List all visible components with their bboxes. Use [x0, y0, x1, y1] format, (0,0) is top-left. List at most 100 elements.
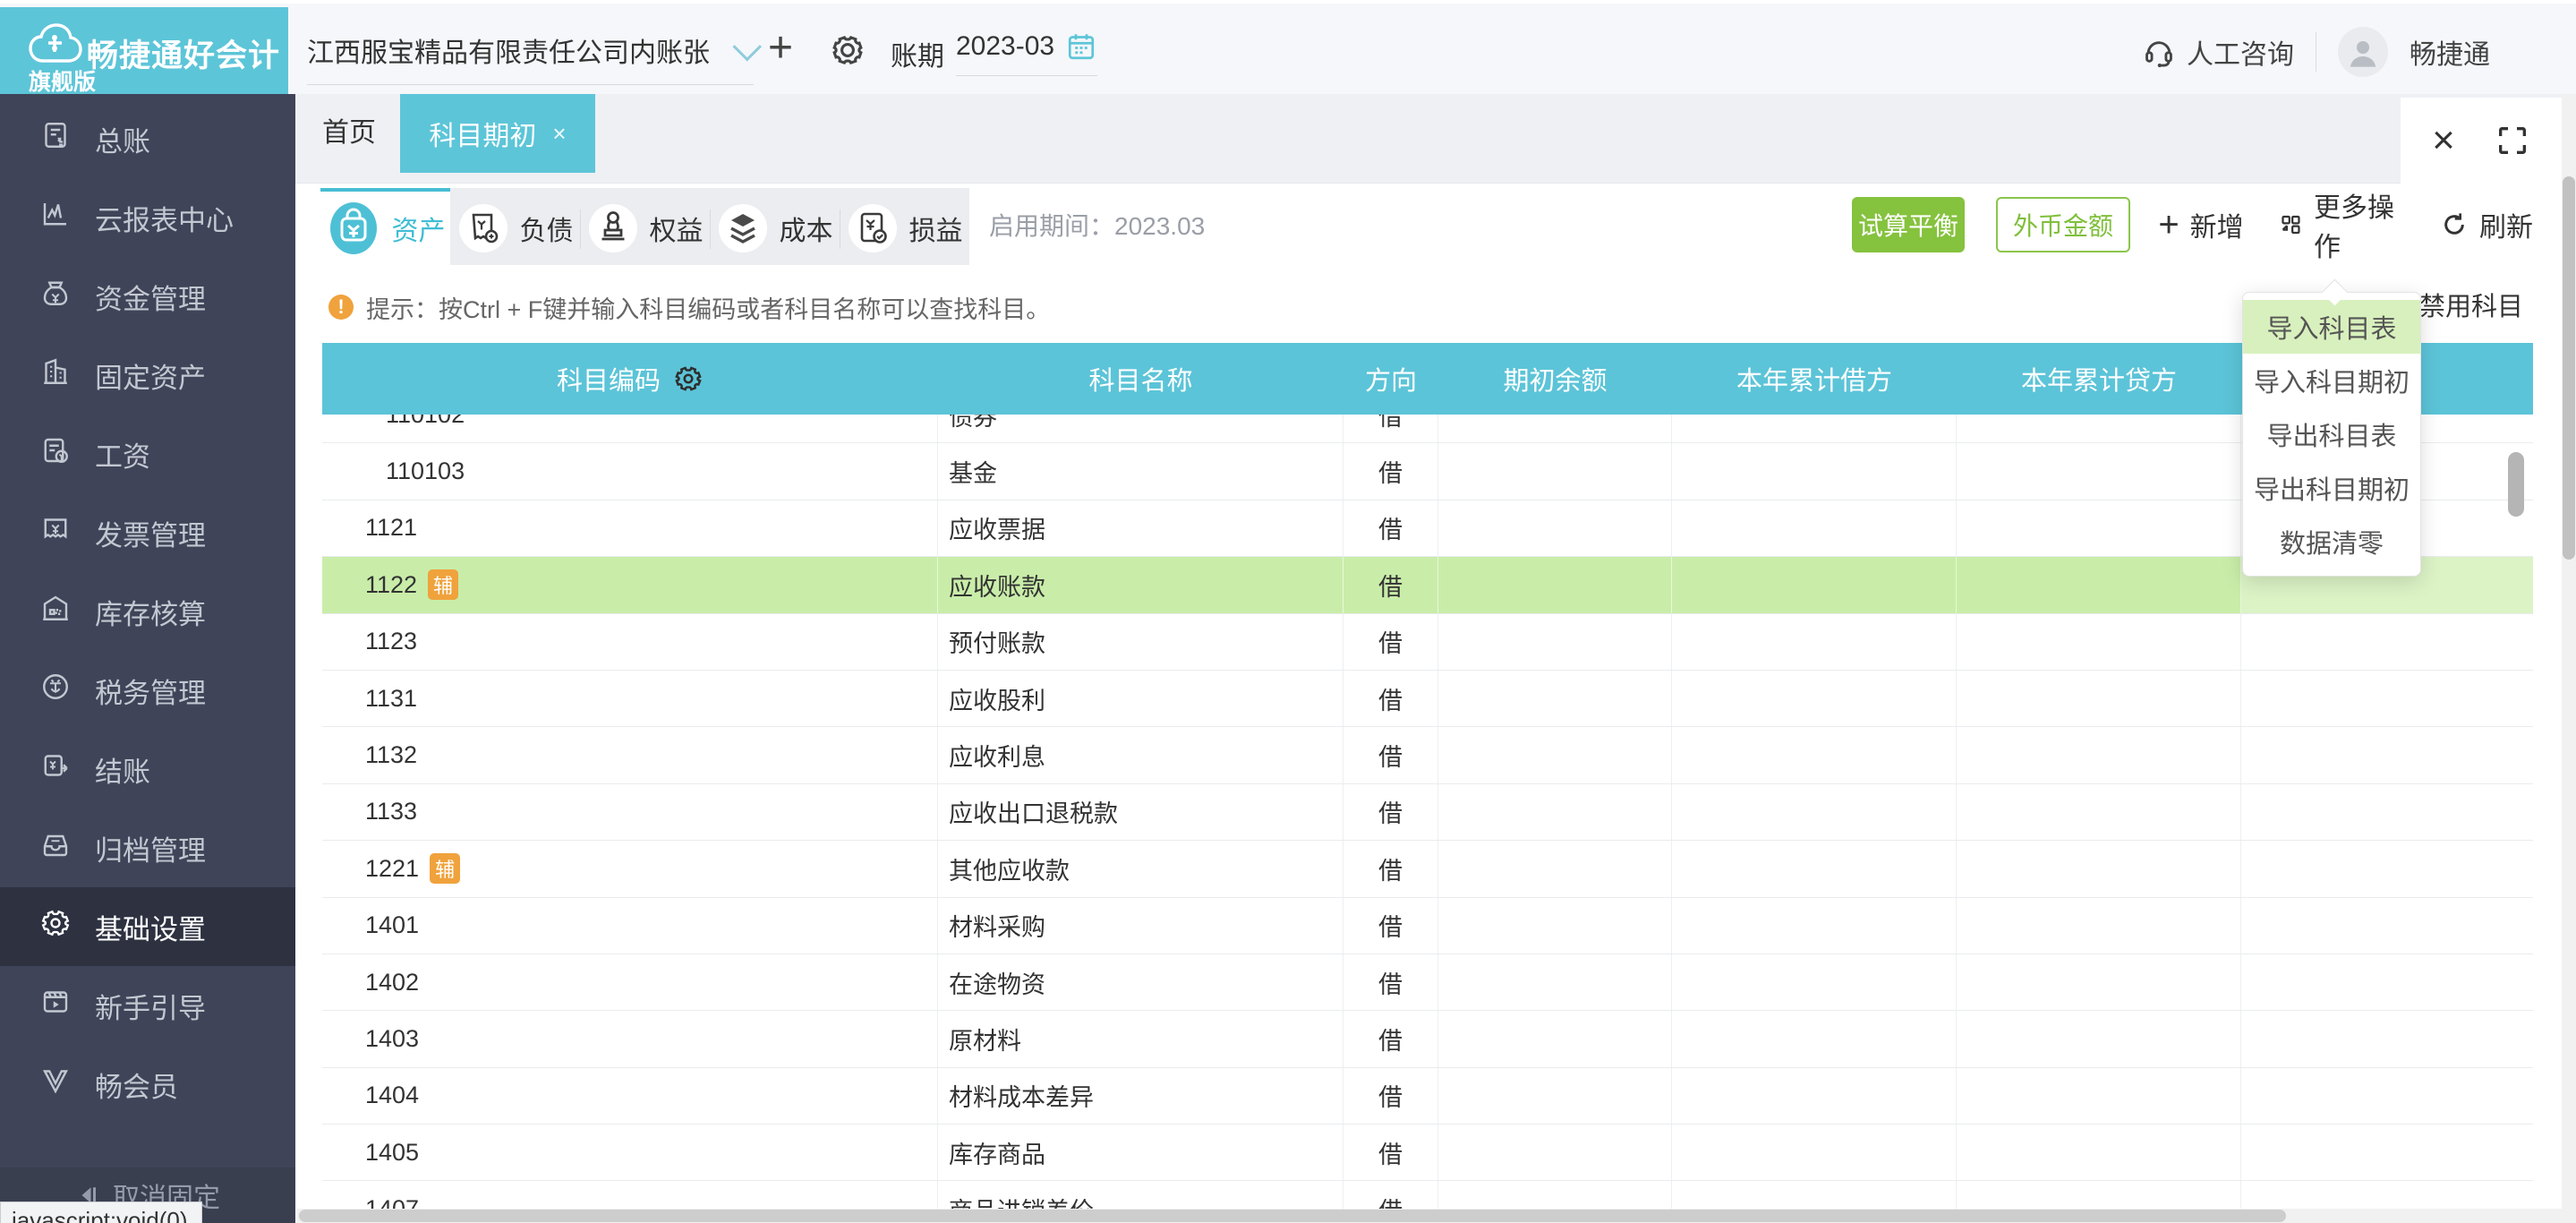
- tab-home[interactable]: 首页: [313, 94, 385, 173]
- menu-item-3[interactable]: 导出科目期初: [2243, 461, 2420, 515]
- cell-name: 库存商品: [938, 1125, 1343, 1181]
- table-row-1403[interactable]: 1403 原材料借: [322, 1011, 2533, 1068]
- menu-item-0[interactable]: 导入科目表: [2243, 300, 2420, 354]
- cell-name: 债券: [938, 415, 1343, 443]
- sidebar-item-0[interactable]: 总账: [0, 99, 295, 178]
- auxiliary-badge: 辅: [430, 853, 461, 885]
- period-picker[interactable]: 2023-03: [956, 30, 1098, 76]
- table-row-1123[interactable]: 1123 预付账款借: [322, 613, 2533, 671]
- table-row-1122[interactable]: 1122 辅应收账款借: [322, 557, 2533, 614]
- table-row-1401[interactable]: 1401 材料采购借: [322, 897, 2533, 954]
- sidebar-item-2[interactable]: 资金管理: [0, 257, 295, 336]
- menu-item-4[interactable]: 数据清零: [2243, 515, 2420, 569]
- refresh-label: 刷新: [2479, 213, 2533, 243]
- sidebar-item-5[interactable]: 发票管理: [0, 493, 295, 572]
- add-account-set-button[interactable]: +: [768, 23, 793, 73]
- table-row-1133[interactable]: 1133 应收出口退税款借: [322, 783, 2533, 842]
- sidebar-item-4[interactable]: 工资: [0, 415, 295, 493]
- top-header: 畅捷通好会计 旗舰版 江西服宝精品有限责任公司内账张 + 账期 2023-03: [0, 0, 2576, 98]
- category-tab-1[interactable]: 负债: [450, 188, 580, 265]
- username[interactable]: 畅捷通: [2410, 32, 2490, 72]
- vertical-scrollbar[interactable]: [2562, 94, 2576, 1223]
- cell-empty: [1672, 1067, 1957, 1125]
- column-header-5: 本年累计贷方: [2020, 367, 2177, 396]
- more-actions-button[interactable]: 更多操作: [2279, 193, 2404, 262]
- table-scrollbar-thumb[interactable]: [2508, 452, 2524, 517]
- cell-empty: [1957, 500, 2241, 557]
- category-tab-0[interactable]: 资产: [320, 188, 450, 265]
- table-row-1221[interactable]: 1221 辅其他应收款借: [322, 841, 2533, 898]
- sidebar-item-7[interactable]: 税务管理: [0, 651, 295, 730]
- category-tab-3[interactable]: 成本: [710, 188, 840, 265]
- sidebar-item-label: 工资: [95, 440, 150, 473]
- member-icon: [39, 1065, 72, 1104]
- sidebar-item-11[interactable]: 新手引导: [0, 966, 295, 1045]
- menu-item-1[interactable]: 导入科目期初: [2243, 354, 2420, 407]
- sidebar-item-1[interactable]: 云报表中心: [0, 178, 295, 257]
- tab-close-icon[interactable]: ×: [552, 120, 566, 148]
- add-button[interactable]: + 新增: [2152, 197, 2250, 252]
- cell-code: 1221 辅: [322, 841, 938, 897]
- header-right-group: 人工咨询 畅捷通: [2142, 27, 2490, 77]
- content-panel: 资产 负债 权益 成本 损益 启用期间：2023.03 试算平衡 外币金额 + 新增 更…: [295, 184, 2562, 1223]
- foreign-currency-button[interactable]: 外币金额: [1996, 197, 2130, 252]
- table-row-1131[interactable]: 1131 应收股利借: [322, 670, 2533, 728]
- column-settings-gear-icon[interactable]: [673, 363, 704, 394]
- cell-empty: [1672, 500, 1957, 557]
- cell-empty: [1957, 841, 2241, 897]
- vertical-scrollbar-thumb[interactable]: [2563, 176, 2575, 560]
- table-row-1404[interactable]: 1404 材料成本差异借: [322, 1067, 2533, 1125]
- tab-label: 科目期初: [429, 122, 537, 151]
- sidebar-item-6[interactable]: 库存核算: [0, 572, 295, 651]
- sidebar-item-3[interactable]: 固定资产: [0, 336, 295, 415]
- company-name: 江西服宝精品有限责任公司内账张: [307, 38, 710, 68]
- cell-direction: 借: [1343, 500, 1438, 557]
- table-row-110102[interactable]: 110102债券借: [322, 415, 2533, 444]
- headset-icon: [2145, 41, 2172, 68]
- table-row-1132[interactable]: 1132 应收利息借: [322, 727, 2533, 784]
- account-set-selector[interactable]: 江西服宝精品有限责任公司内账张: [307, 30, 763, 85]
- cell-code: 1404: [322, 1067, 938, 1125]
- cell-name: 在途物资: [938, 954, 1343, 1011]
- consult-label: 人工咨询: [2187, 40, 2294, 70]
- category-tab-4[interactable]: 损益: [840, 188, 969, 265]
- sidebar-item-12[interactable]: 畅会员: [0, 1045, 295, 1124]
- cell-empty: [1438, 443, 1672, 500]
- table-row-1402[interactable]: 1402 在途物资借: [322, 954, 2533, 1012]
- cell-empty: [1957, 954, 2241, 1011]
- cell-empty: [1438, 670, 1672, 727]
- table-row-1121[interactable]: 1121 应收票据借: [322, 500, 2533, 558]
- table-row-1405[interactable]: 1405 库存商品借: [322, 1125, 2533, 1182]
- settings-gear-icon[interactable]: [828, 30, 867, 74]
- horizontal-scrollbar[interactable]: [297, 1209, 2562, 1223]
- trial-balance-button[interactable]: 试算平衡: [1852, 197, 1965, 252]
- sidebar-item-label: 总账: [95, 125, 150, 158]
- table-row-110103[interactable]: 110103 基金借: [322, 443, 2533, 500]
- funds-icon: [39, 277, 72, 316]
- cell-empty: [1957, 1011, 2241, 1067]
- sidebar-item-10[interactable]: 基础设置: [0, 887, 295, 966]
- human-consult-button[interactable]: 人工咨询: [2142, 32, 2294, 72]
- sidebar-item-9[interactable]: 归档管理: [0, 808, 295, 887]
- plus-icon: +: [2158, 205, 2179, 244]
- cell-empty: [1438, 783, 1672, 841]
- cloud-report-icon: [39, 198, 72, 237]
- cell-name: 应收出口退税款: [938, 783, 1343, 841]
- hint-bar: ! 提示：按Ctrl + F键并输入科目编码或者科目名称可以查找科目。: [328, 278, 1050, 337]
- avatar[interactable]: [2338, 27, 2388, 77]
- invoice-icon: [39, 513, 72, 552]
- close-icon[interactable]: ×: [2432, 121, 2455, 160]
- period-label: 账期: [891, 42, 944, 72]
- category-tab-2[interactable]: 权益: [580, 188, 710, 265]
- column-header-0: 科目编码: [322, 343, 938, 415]
- refresh-icon: [2444, 213, 2464, 235]
- disabled-subjects-link[interactable]: 禁用科目: [2419, 278, 2523, 337]
- horizontal-scrollbar-thumb[interactable]: [299, 1210, 2286, 1222]
- menu-item-2[interactable]: 导出科目表: [2243, 407, 2420, 461]
- cell-empty: [1957, 1125, 2241, 1181]
- sidebar-item-8[interactable]: 结账: [0, 730, 295, 808]
- fullscreen-icon[interactable]: [2495, 123, 2530, 158]
- tab-subject-initial[interactable]: 科目期初 ×: [400, 94, 595, 173]
- refresh-button[interactable]: 刷新: [2437, 197, 2536, 252]
- category-tab-strip: 资产 负债 权益 成本 损益: [320, 188, 969, 265]
